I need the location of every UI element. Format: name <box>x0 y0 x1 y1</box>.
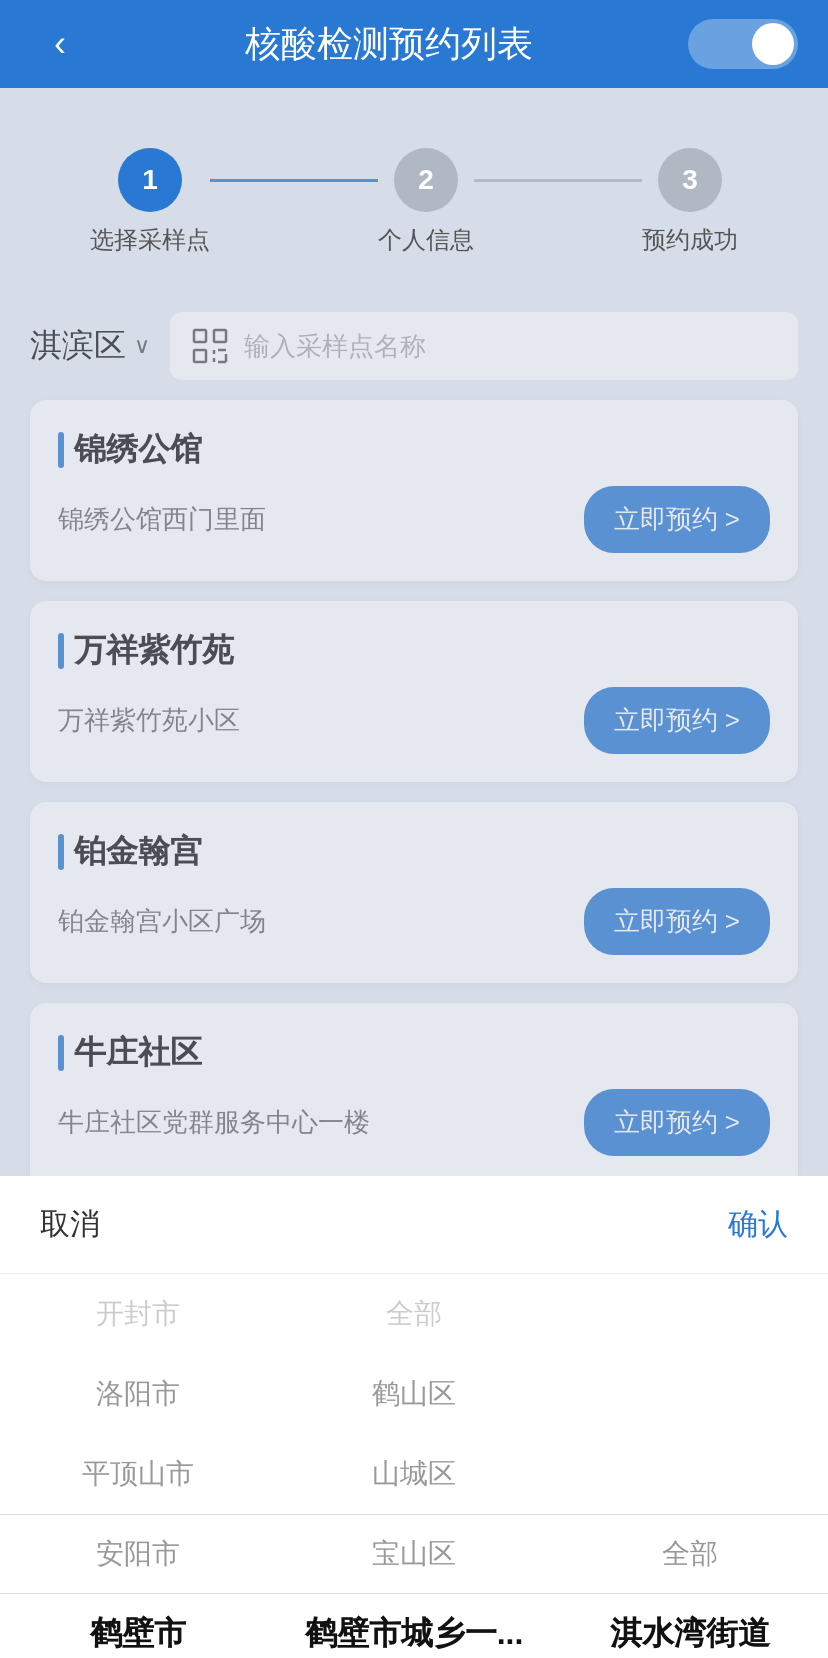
location-card-0: 锦绣公馆 锦绣公馆西门里面 立即预约 > <box>30 400 798 581</box>
picker-confirm-button[interactable]: 确认 <box>728 1204 788 1245</box>
picker-item[interactable]: 开封市 <box>0 1274 276 1354</box>
chevron-down-icon: ∨ <box>134 333 150 359</box>
book-button-1[interactable]: 立即预约 > <box>584 687 770 754</box>
location-address-1: 万祥紫竹苑小区 <box>58 703 240 738</box>
location-bottom-2: 铂金翰宫小区广场 立即预约 > <box>58 888 770 955</box>
book-button-0[interactable]: 立即预约 > <box>584 486 770 553</box>
location-name-1: 万祥紫竹苑 <box>58 629 770 673</box>
book-button-3[interactable]: 立即预约 > <box>584 1089 770 1156</box>
location-card-1: 万祥紫竹苑 万祥紫竹苑小区 立即预约 > <box>30 601 798 782</box>
picker-item[interactable]: 全部 <box>276 1274 552 1354</box>
search-placeholder: 输入采样点名称 <box>244 329 426 364</box>
picker-cancel-button[interactable]: 取消 <box>40 1204 100 1245</box>
scan-icon <box>190 326 230 366</box>
picker-item[interactable]: 洛阳市 <box>0 1354 276 1434</box>
step-1: 1 选择采样点 <box>90 148 210 256</box>
picker-item-selected[interactable]: 鹤壁市 <box>0 1594 276 1658</box>
picker-item[interactable] <box>552 1354 828 1434</box>
step-3-label: 预约成功 <box>642 224 738 256</box>
search-box[interactable]: 输入采样点名称 <box>170 312 798 380</box>
location-card-2: 铂金翰宫 铂金翰宫小区广场 立即预约 > <box>30 802 798 983</box>
location-bottom-3: 牛庄社区党群服务中心一楼 立即预约 > <box>58 1089 770 1156</box>
picker-item[interactable]: 宝山区 <box>276 1514 552 1594</box>
location-card-3-partial: 牛庄社区 牛庄社区党群服务中心一楼 立即预约 > <box>30 1003 798 1176</box>
picker-col-2[interactable]: 全部 鹤山区 山城区 宝山区 鹤壁市城乡一... 淇滨区 浚县 淇县 <box>276 1274 552 1658</box>
picker-item[interactable] <box>552 1274 828 1354</box>
svg-rect-0 <box>194 330 206 342</box>
picker-item-selected[interactable]: 鹤壁市城乡一... <box>276 1594 552 1658</box>
district-label: 淇滨区 <box>30 324 126 368</box>
picker-col-1[interactable]: 开封市 洛阳市 平顶山市 安阳市 鹤壁市 新乡市 焦作市 濮阳市 <box>0 1274 276 1658</box>
book-button-2[interactable]: 立即预约 > <box>584 888 770 955</box>
picker-item[interactable]: 安阳市 <box>0 1514 276 1594</box>
picker-item-selected[interactable]: 淇水湾街道 <box>552 1594 828 1658</box>
picker-panel: 取消 确认 开封市 洛阳市 平顶山市 安阳市 鹤壁市 新乡市 焦作市 濮阳市 全… <box>0 1176 828 1658</box>
location-bottom-1: 万祥紫竹苑小区 立即预约 > <box>58 687 770 754</box>
step-2: 2 个人信息 <box>378 148 474 256</box>
app-header: ‹ 核酸检测预约列表 <box>0 0 828 88</box>
location-bar-icon-3 <box>58 1035 64 1071</box>
district-selector[interactable]: 淇滨区 ∨ <box>30 324 150 368</box>
step-2-label: 个人信息 <box>378 224 474 256</box>
location-address-0: 锦绣公馆西门里面 <box>58 502 266 537</box>
back-button[interactable]: ‹ <box>30 23 90 65</box>
step-2-circle: 2 <box>394 148 458 212</box>
location-bar-icon-2 <box>58 834 64 870</box>
step-1-label: 选择采样点 <box>90 224 210 256</box>
step-3-circle: 3 <box>658 148 722 212</box>
toggle-switch[interactable] <box>688 19 798 69</box>
picker-item[interactable]: 全部 <box>552 1514 828 1594</box>
step-1-circle: 1 <box>118 148 182 212</box>
picker-item[interactable]: 鹤山区 <box>276 1354 552 1434</box>
location-bar-icon <box>58 432 64 468</box>
filter-row: 淇滨区 ∨ 输入采样点名称 <box>30 292 798 400</box>
picker-col-3[interactable]: 全部 淇水湾街道 古城街道 <box>552 1274 828 1658</box>
location-name-2: 铂金翰宫 <box>58 830 770 874</box>
picker-body: 开封市 洛阳市 平顶山市 安阳市 鹤壁市 新乡市 焦作市 濮阳市 全部 鹤山区 … <box>0 1274 828 1658</box>
location-bar-icon-1 <box>58 633 64 669</box>
step-line-2 <box>474 179 642 182</box>
location-address-2: 铂金翰宫小区广场 <box>58 904 266 939</box>
steps-bar: 1 选择采样点 2 个人信息 3 预约成功 <box>30 128 798 276</box>
page-title: 核酸检测预约列表 <box>90 20 688 69</box>
location-bottom-0: 锦绣公馆西门里面 立即预约 > <box>58 486 770 553</box>
svg-rect-2 <box>194 350 206 362</box>
step-3: 3 预约成功 <box>642 148 738 256</box>
svg-rect-1 <box>214 330 226 342</box>
main-content: 1 选择采样点 2 个人信息 3 预约成功 淇滨区 ∨ <box>0 88 828 1176</box>
picker-item[interactable]: 平顶山市 <box>0 1434 276 1514</box>
location-name-3: 牛庄社区 <box>58 1031 770 1075</box>
toggle-dot <box>752 23 794 65</box>
location-name-0: 锦绣公馆 <box>58 428 770 472</box>
picker-item[interactable]: 山城区 <box>276 1434 552 1514</box>
location-address-3: 牛庄社区党群服务中心一楼 <box>58 1105 370 1140</box>
picker-header: 取消 确认 <box>0 1176 828 1274</box>
picker-item[interactable] <box>552 1434 828 1514</box>
step-line-1 <box>210 179 378 182</box>
